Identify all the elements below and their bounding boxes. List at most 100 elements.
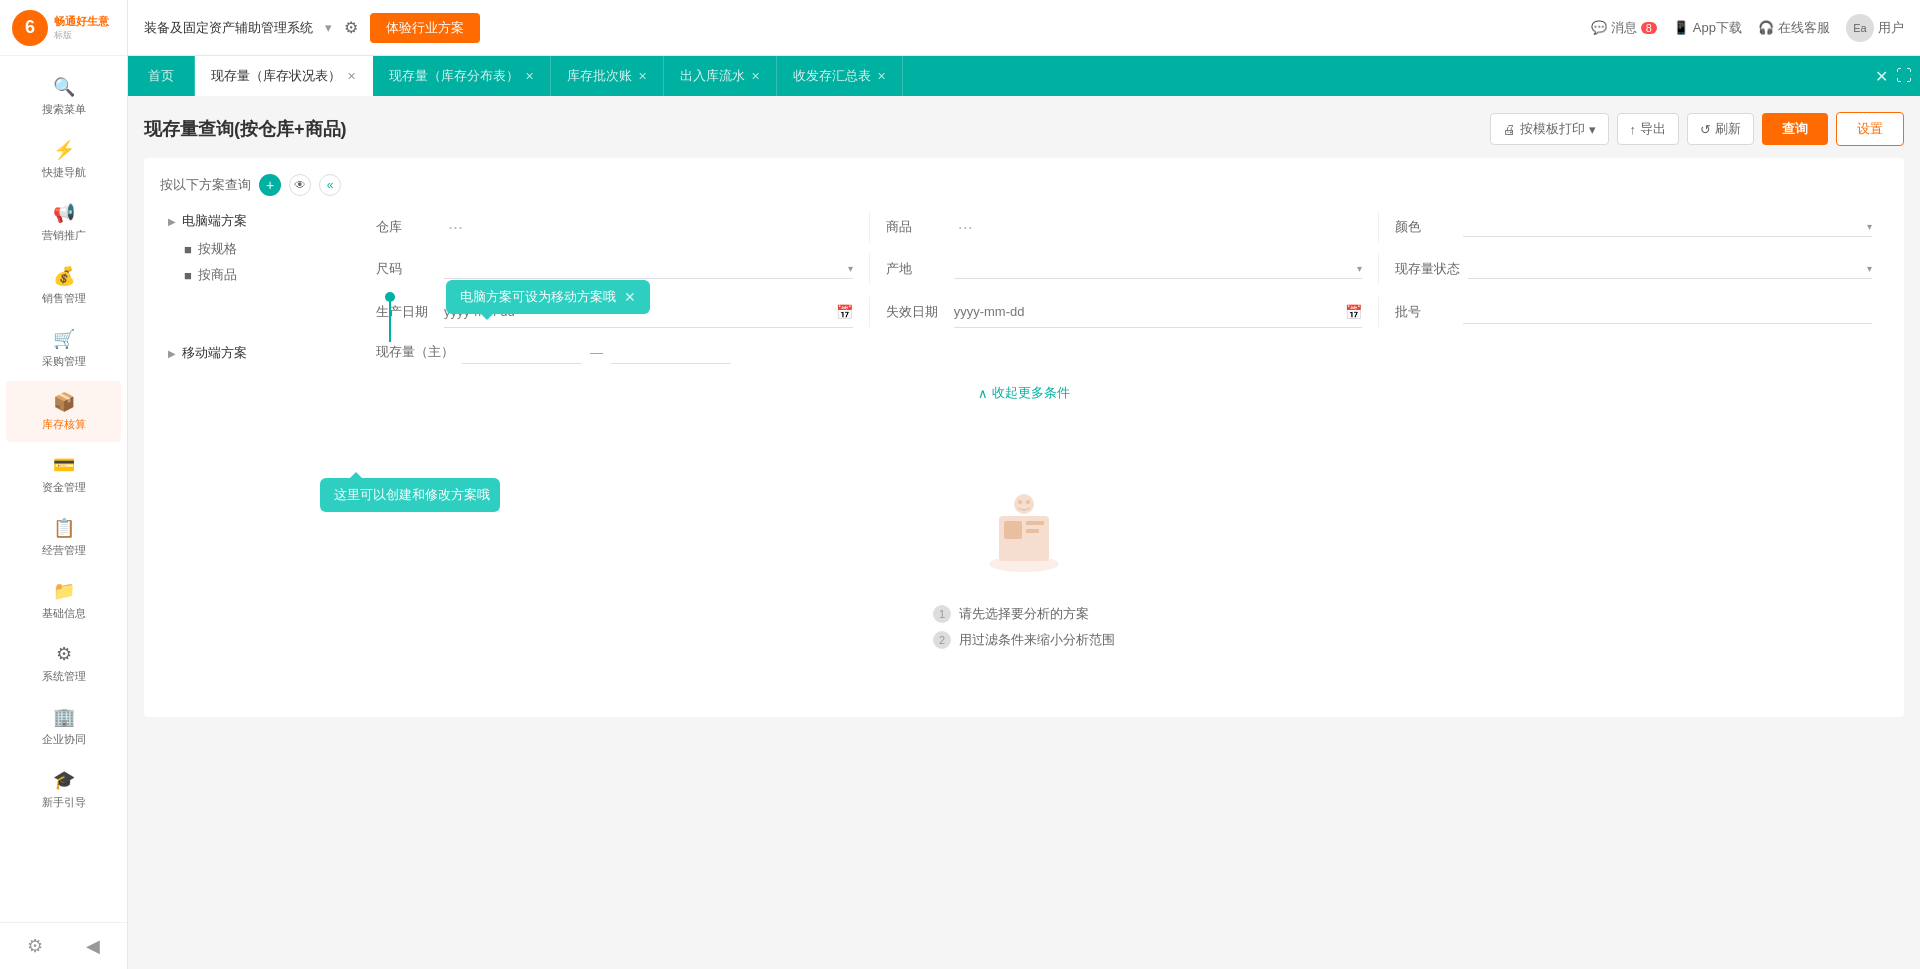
scheme-sub-item-spec[interactable]: ■ 按规格 (176, 236, 340, 262)
sidebar-item-finance[interactable]: 💳 资金管理 (6, 444, 121, 505)
sales-icon: 💰 (53, 265, 75, 287)
exp-date-input-wrap: 📅 (954, 296, 1363, 328)
tab-close-inventory-status[interactable]: ✕ (347, 70, 356, 83)
message-badge: 8 (1641, 22, 1657, 34)
app-download-btn[interactable]: 📱 App下载 (1673, 19, 1742, 37)
empty-tip-1: 1 请先选择要分析的方案 (933, 605, 1115, 623)
message-icon: 💬 (1591, 20, 1607, 35)
tab-home[interactable]: 首页 (128, 56, 195, 96)
range-dash: — (590, 345, 603, 360)
goods-icon: ■ (184, 268, 192, 283)
page-title: 现存量查询(按仓库+商品) (144, 117, 347, 141)
sidebar-item-quick[interactable]: ⚡ 快捷导航 (6, 129, 121, 190)
goods-dots[interactable]: ··· (958, 217, 973, 238)
sidebar-item-search[interactable]: 🔍 搜索菜单 (6, 66, 121, 127)
lightning-icon: ⚡ (53, 139, 75, 161)
tab-expand-btn[interactable]: ⛶ (1896, 67, 1912, 85)
tab-bar-end: ✕ ⛶ (1867, 56, 1920, 96)
enterprise-icon: 🏢 (53, 706, 75, 728)
settings-icon[interactable]: ⚙ (344, 18, 358, 37)
origin-select[interactable]: ▾ (954, 259, 1363, 279)
tab-inventory-status[interactable]: 现存量（库存状况表） ✕ (195, 56, 373, 96)
dot-circle (385, 292, 395, 302)
support-icon: 🎧 (1758, 20, 1774, 35)
svg-rect-4 (1026, 529, 1039, 533)
print-dropdown-icon: ▾ (1589, 122, 1596, 137)
scheme-sub-item-goods[interactable]: ■ 按商品 (176, 262, 340, 288)
svg-point-6 (1018, 500, 1022, 504)
sidebar-item-guide[interactable]: 🎓 新手引导 (6, 759, 121, 820)
tooltip-pc-scheme: 电脑方案可设为移动方案哦 ✕ (446, 280, 650, 314)
color-select[interactable]: ▾ (1463, 217, 1872, 237)
svg-point-5 (1014, 494, 1034, 514)
tooltip2-close[interactable]: ✕ (498, 487, 510, 503)
avatar: Ea (1846, 14, 1874, 42)
empty-illustration (974, 486, 1074, 589)
setting-btn[interactable]: 设置 (1836, 112, 1904, 146)
size-label: 尺码 (376, 260, 436, 278)
warehouse-dots[interactable]: ··· (448, 217, 463, 238)
tab-inventory-dist[interactable]: 现存量（库存分布表） ✕ (373, 56, 551, 96)
filter-header: 按以下方案查询 + 👁 « (160, 174, 1888, 196)
print-btn[interactable]: 🖨 按模板打印 ▾ (1490, 113, 1609, 145)
pc-scheme-item[interactable]: ▶ 电脑端方案 (160, 206, 340, 236)
sidebar-item-basic[interactable]: 📁 基础信息 (6, 570, 121, 631)
tab-batch[interactable]: 库存批次账 ✕ (551, 56, 664, 96)
exp-date-input[interactable] (954, 300, 1346, 323)
tab-receive[interactable]: 收发存汇总表 ✕ (777, 56, 903, 96)
batch-label: 批号 (1395, 303, 1455, 321)
sidebar-collapse-btn[interactable]: ◀ (86, 935, 100, 957)
dot-line-vertical (389, 302, 391, 342)
tab-close-receive[interactable]: ✕ (877, 70, 886, 83)
tab-close-all-btn[interactable]: ✕ (1875, 67, 1888, 86)
tooltip-modify-scheme: 这里可以创建和修改方案哦 ✕ (320, 478, 500, 512)
query-btn[interactable]: 查询 (1762, 113, 1828, 145)
sidebar-item-business[interactable]: 📋 经营管理 (6, 507, 121, 568)
tooltip1-close[interactable]: ✕ (624, 289, 636, 305)
trial-button[interactable]: 体验行业方案 (370, 13, 480, 43)
export-btn[interactable]: ↑ 导出 (1617, 113, 1680, 145)
sidebar-item-marketing[interactable]: 📢 营销推广 (6, 192, 121, 253)
prod-date-calendar-icon[interactable]: 📅 (836, 304, 853, 320)
sidebar-item-purchase[interactable]: 🛒 采购管理 (6, 318, 121, 379)
color-label: 颜色 (1395, 218, 1455, 236)
filter-col-batch: 批号 (1379, 300, 1888, 324)
scheme-tree: ▶ 电脑端方案 ■ 按规格 ■ 按商品 (160, 206, 340, 368)
print-icon: 🖨 (1503, 122, 1516, 137)
filter-eye-btn[interactable]: 👁 (289, 174, 311, 196)
user-btn[interactable]: Ea 用户 (1846, 14, 1904, 42)
basic-icon: 📁 (53, 580, 75, 602)
tab-close-in-out[interactable]: ✕ (751, 70, 760, 83)
support-btn[interactable]: 🎧 在线客服 (1758, 19, 1830, 37)
sidebar: 6 畅通好生意 标版 🔍 搜索菜单 ⚡ 快捷导航 📢 营销推广 💰 销售管理 🛒… (0, 0, 128, 969)
filter-col-size: 尺码 ▾ (360, 259, 869, 279)
exp-date-calendar-icon[interactable]: 📅 (1345, 304, 1362, 320)
tab-in-out[interactable]: 出入库流水 ✕ (664, 56, 777, 96)
sidebar-item-sales[interactable]: 💰 销售管理 (6, 255, 121, 316)
messages-btn[interactable]: 💬 消息 8 (1591, 19, 1657, 37)
tab-close-batch[interactable]: ✕ (638, 70, 647, 83)
filter-add-btn[interactable]: + (259, 174, 281, 196)
origin-label: 产地 (886, 260, 946, 278)
exp-date-label: 失效日期 (886, 303, 946, 321)
tab-bar: 首页 现存量（库存状况表） ✕ 现存量（库存分布表） ✕ 库存批次账 ✕ 出入库… (128, 56, 1920, 96)
batch-input[interactable] (1463, 300, 1872, 324)
stock-qty-min[interactable] (462, 340, 582, 364)
app-title-dropdown-icon[interactable]: ▾ (325, 20, 332, 35)
stock-status-select[interactable]: ▾ (1468, 259, 1872, 279)
stock-qty-max[interactable] (611, 340, 731, 364)
sidebar-item-inventory[interactable]: 📦 库存核算 (6, 381, 121, 442)
mobile-scheme-item[interactable]: ▶ 移动端方案 (160, 338, 340, 368)
refresh-btn[interactable]: ↺ 刷新 (1687, 113, 1754, 145)
sidebar-nav: 🔍 搜索菜单 ⚡ 快捷导航 📢 营销推广 💰 销售管理 🛒 采购管理 📦 库存核… (0, 56, 127, 922)
filter-col-exp-date: 失效日期 📅 (870, 296, 1379, 328)
filter-col-stock-qty: 现存量（主） — (360, 340, 1888, 364)
filter-back-btn[interactable]: « (319, 174, 341, 196)
size-select[interactable]: ▾ (444, 259, 853, 279)
sidebar-item-system[interactable]: ⚙ 系统管理 (6, 633, 121, 694)
collapse-bar[interactable]: ∧ 收起更多条件 (160, 376, 1888, 410)
tab-close-inventory-dist[interactable]: ✕ (525, 70, 534, 83)
header-right: 💬 消息 8 📱 App下载 🎧 在线客服 Ea 用户 (1591, 14, 1904, 42)
sidebar-settings-btn[interactable]: ⚙ (27, 935, 43, 957)
sidebar-item-enterprise[interactable]: 🏢 企业协同 (6, 696, 121, 757)
